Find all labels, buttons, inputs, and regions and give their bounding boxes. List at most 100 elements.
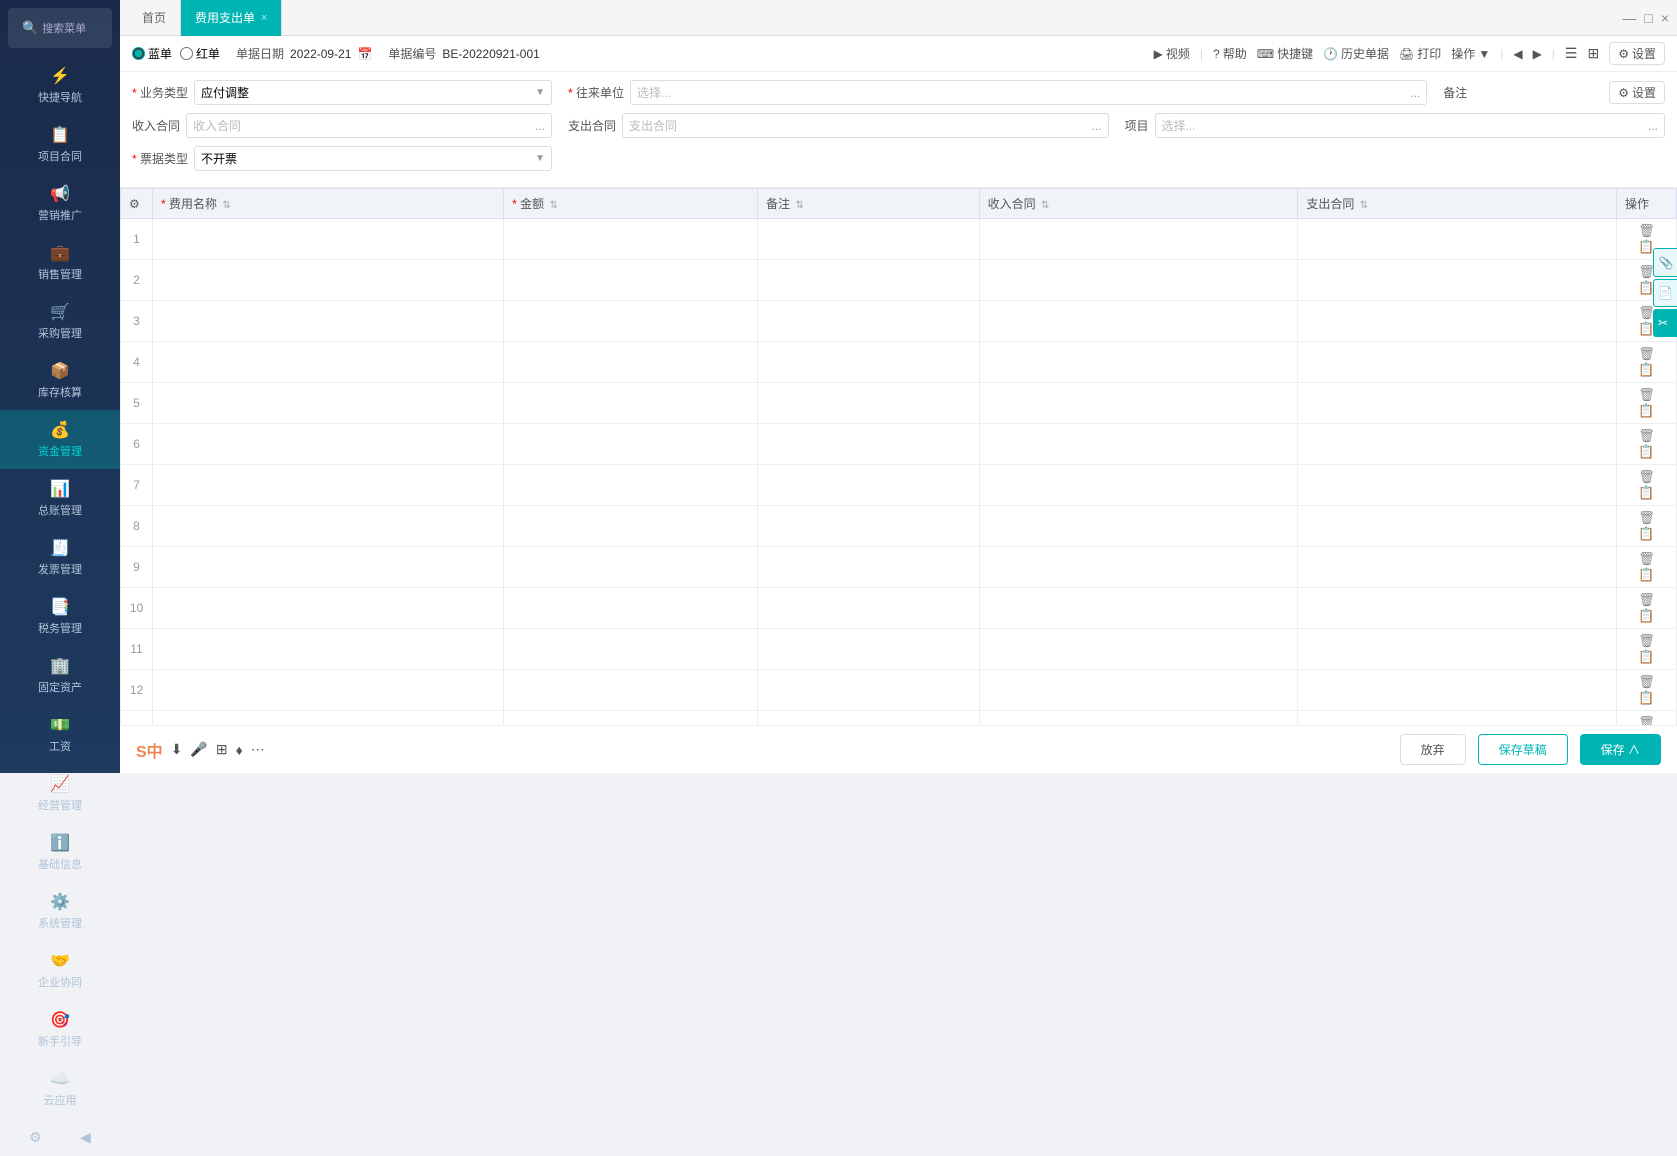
sidebar-item-tax[interactable]: 📑 税务管理 <box>0 587 120 646</box>
cell-remark[interactable] <box>758 424 980 465</box>
cell-remark[interactable] <box>758 629 980 670</box>
copy-row-btn[interactable]: 📋 <box>1638 362 1654 377</box>
col-expense-name[interactable]: * 费用名称 ⇅ <box>153 189 504 219</box>
cell-remark[interactable] <box>758 465 980 506</box>
arrow-right-btn[interactable]: ▶ <box>1533 47 1542 61</box>
cell-remark[interactable] <box>758 506 980 547</box>
sidebar-search[interactable]: 🔍 搜索菜单 <box>8 8 112 48</box>
cell-amount[interactable] <box>504 629 758 670</box>
ops-btn[interactable]: 操作 ▼ <box>1451 45 1490 62</box>
sidebar-item-basic-info[interactable]: ℹ️ 基础信息 <box>0 823 120 882</box>
delete-row-btn[interactable]: 🗑 <box>1638 346 1655 361</box>
list-view-btn[interactable]: ☰ <box>1565 45 1578 62</box>
cell-expense-name[interactable] <box>153 506 504 547</box>
sidebar-item-inventory[interactable]: 📦 库存核算 <box>0 351 120 410</box>
cell-remark[interactable] <box>758 342 980 383</box>
cell-income-contract[interactable] <box>979 547 1298 588</box>
cell-remark[interactable] <box>758 588 980 629</box>
cell-income-contract[interactable] <box>979 506 1298 547</box>
window-maximize-btn[interactable]: □ <box>1644 10 1652 26</box>
settings-btn[interactable]: ⚙ 设置 <box>1609 42 1665 65</box>
partner-select[interactable]: 选择... ... <box>630 80 1427 105</box>
sidebar-item-invoice[interactable]: 🧾 发票管理 <box>0 528 120 587</box>
cell-expense-contract[interactable] <box>1298 301 1617 342</box>
tab-close-btn[interactable]: × <box>261 12 267 24</box>
cell-expense-name[interactable] <box>153 711 504 726</box>
discard-button[interactable]: 放弃 <box>1400 734 1466 765</box>
cell-expense-contract[interactable] <box>1298 629 1617 670</box>
cell-income-contract[interactable] <box>979 629 1298 670</box>
sidebar-item-system[interactable]: ⚙️ 系统管理 <box>0 882 120 941</box>
cell-expense-contract[interactable] <box>1298 424 1617 465</box>
delete-row-btn[interactable]: 🗑 <box>1638 633 1655 648</box>
col-income-contract[interactable]: 收入合同 ⇅ <box>979 189 1298 219</box>
cell-expense-name[interactable] <box>153 670 504 711</box>
sidebar-item-enterprise[interactable]: 🤝 企业协同 <box>0 941 120 1000</box>
shortcut-btn[interactable]: ⌨ 快捷键 <box>1257 45 1313 62</box>
project-select[interactable]: 选择... ... <box>1155 113 1665 138</box>
cell-amount[interactable] <box>504 547 758 588</box>
delete-row-btn[interactable]: 🗑 <box>1638 551 1655 566</box>
expense-contract-select[interactable]: 支出合同 ... <box>622 113 1108 138</box>
cell-amount[interactable] <box>504 342 758 383</box>
sidebar-item-marketing[interactable]: 📢 营销推广 <box>0 174 120 233</box>
copy-row-btn[interactable]: 📋 <box>1638 690 1654 705</box>
cell-expense-name[interactable] <box>153 547 504 588</box>
save-draft-button[interactable]: 保存草稿 <box>1478 734 1568 765</box>
sidebar-item-sales[interactable]: 💼 销售管理 <box>0 233 120 292</box>
footer-icon-mic[interactable]: 🎤 <box>190 741 207 758</box>
blue-bill-radio[interactable]: 蓝单 <box>132 45 172 62</box>
grid-view-btn[interactable]: ⊞ <box>1587 45 1599 62</box>
delete-row-btn[interactable]: 🗑 <box>1638 387 1655 402</box>
cell-remark[interactable] <box>758 260 980 301</box>
col-remark[interactable]: 备注 ⇅ <box>758 189 980 219</box>
cell-amount[interactable] <box>504 506 758 547</box>
cell-expense-name[interactable] <box>153 260 504 301</box>
cell-expense-name[interactable] <box>153 219 504 260</box>
cell-amount[interactable] <box>504 219 758 260</box>
sidebar-item-capital[interactable]: 💰 资金管理 <box>0 410 120 469</box>
sidebar-item-quick-nav[interactable]: ⚡ 快捷导航 <box>0 56 120 115</box>
arrow-left-btn[interactable]: ◀ <box>1513 47 1522 61</box>
delete-row-btn[interactable]: 🗑 <box>1638 469 1655 484</box>
sidebar-item-purchase[interactable]: 🛒 采购管理 <box>0 292 120 351</box>
delete-row-btn[interactable]: 🗑 <box>1638 592 1655 607</box>
cell-remark[interactable] <box>758 301 980 342</box>
cell-expense-contract[interactable] <box>1298 465 1617 506</box>
delete-row-btn[interactable]: 🗑 <box>1638 510 1655 525</box>
cell-income-contract[interactable] <box>979 260 1298 301</box>
cell-expense-contract[interactable] <box>1298 383 1617 424</box>
cell-amount[interactable] <box>504 670 758 711</box>
cell-amount[interactable] <box>504 711 758 726</box>
cell-remark[interactable] <box>758 711 980 726</box>
col-config[interactable]: ⚙ <box>121 189 153 219</box>
copy-row-btn[interactable]: 📋 <box>1638 526 1654 541</box>
form-settings-btn[interactable]: ⚙ 设置 <box>1609 81 1665 104</box>
cell-expense-contract[interactable] <box>1298 219 1617 260</box>
business-type-select[interactable]: 应付调整 ▼ <box>194 80 552 105</box>
table-container[interactable]: ⚙ * 费用名称 ⇅ * 金额 ⇅ 备注 <box>120 188 1677 725</box>
cell-expense-contract[interactable] <box>1298 260 1617 301</box>
copy-row-btn[interactable]: 📋 <box>1638 649 1654 664</box>
cell-income-contract[interactable] <box>979 588 1298 629</box>
copy-row-btn[interactable]: 📋 <box>1638 403 1654 418</box>
sidebar-item-assets[interactable]: 🏢 固定资产 <box>0 646 120 705</box>
cell-income-contract[interactable] <box>979 670 1298 711</box>
tab-home[interactable]: 首页 <box>128 0 181 36</box>
cell-amount[interactable] <box>504 424 758 465</box>
sidebar-settings-btn[interactable]: ⚙ <box>29 1129 42 1146</box>
footer-icon-download[interactable]: ⬇ <box>171 741 183 758</box>
save-button[interactable]: 保存 ∧ <box>1580 734 1661 765</box>
cell-amount[interactable] <box>504 383 758 424</box>
sidebar-item-new-guide[interactable]: 🎯 新手引导 <box>0 1000 120 1059</box>
tab-expense[interactable]: 费用支出单 × <box>181 0 282 36</box>
cell-expense-name[interactable] <box>153 383 504 424</box>
sidebar-item-cloud-apps[interactable]: ☁️ 云应用 <box>0 1059 120 1118</box>
red-bill-radio[interactable]: 红单 <box>180 45 220 62</box>
calendar-icon[interactable]: 📅 <box>357 47 372 61</box>
document-btn[interactable]: 📄 <box>1653 279 1677 307</box>
cell-income-contract[interactable] <box>979 342 1298 383</box>
copy-row-btn[interactable]: 📋 <box>1638 485 1654 500</box>
delete-row-btn[interactable]: 🗑 <box>1638 674 1655 689</box>
invoice-type-select[interactable]: 不开票 ▼ <box>194 146 552 171</box>
